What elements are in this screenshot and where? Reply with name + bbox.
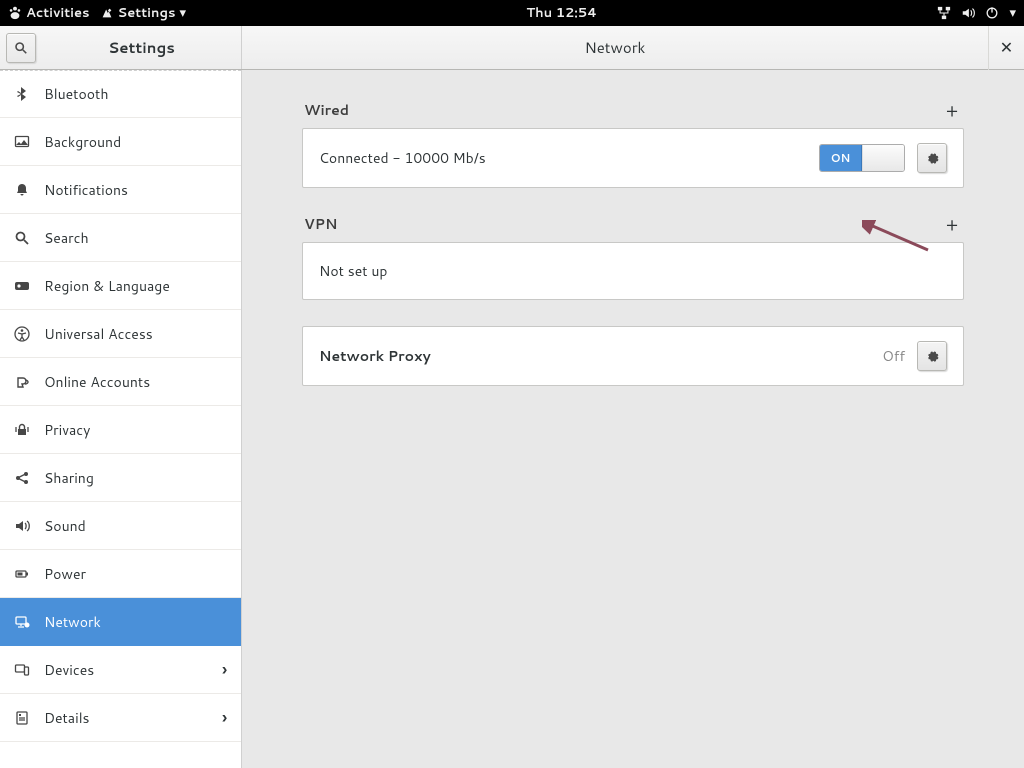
- sidebar-item-label: Devices: [44, 660, 208, 680]
- activities-label: Activities: [26, 4, 90, 22]
- sidebar-item-sound[interactable]: Sound: [0, 502, 241, 550]
- settings-window: Settings Network ✕ Bluetooth Background …: [0, 26, 1024, 768]
- sidebar-item-power[interactable]: Power: [0, 550, 241, 598]
- sharing-icon: [14, 470, 30, 486]
- sidebar-title: Settings: [42, 37, 241, 58]
- headerbar-right: Network ✕: [242, 26, 1024, 69]
- proxy-row[interactable]: Network Proxy Off: [303, 327, 963, 385]
- power-icon: [14, 566, 30, 582]
- sidebar-item-online-accounts[interactable]: Online Accounts: [0, 358, 241, 406]
- sidebar-item-label: Online Accounts: [44, 372, 227, 392]
- gnome-top-panel: Activities Settings ▾ Thu 12:54 ▾: [0, 0, 1024, 26]
- chevron-down-icon: ▾: [1009, 4, 1016, 22]
- sidebar-item-bluetooth[interactable]: Bluetooth: [0, 70, 241, 118]
- vpn-section: VPN + Not set up: [302, 214, 964, 300]
- network-icon: [14, 614, 30, 630]
- chevron-right-icon: ›: [222, 706, 227, 729]
- wired-connection-row: Connected - 10000 Mb/s ON: [303, 129, 963, 187]
- proxy-card: Network Proxy Off: [302, 326, 964, 386]
- sidebar-item-label: Search: [44, 228, 227, 248]
- switch-on-label: ON: [820, 145, 862, 171]
- devices-icon: [14, 662, 30, 678]
- sidebar-item-label: Universal Access: [44, 324, 227, 344]
- sidebar-item-universal-access[interactable]: Universal Access: [0, 310, 241, 358]
- app-menu-button[interactable]: Settings ▾: [100, 4, 186, 22]
- sidebar-item-devices[interactable]: Devices ›: [0, 646, 241, 694]
- wired-status-text: Connected - 10000 Mb/s: [319, 148, 807, 168]
- add-wired-button[interactable]: +: [942, 100, 962, 120]
- settings-panel-icon: [100, 6, 114, 20]
- vpn-card: Not set up: [302, 242, 964, 300]
- page-title: Network: [242, 37, 988, 58]
- vpn-status-text: Not set up: [319, 261, 947, 281]
- volume-icon: [961, 6, 975, 20]
- wired-card: Connected - 10000 Mb/s ON: [302, 128, 964, 188]
- search-button[interactable]: [6, 33, 36, 63]
- details-icon: [14, 710, 30, 726]
- plus-icon: +: [946, 97, 958, 123]
- plus-icon: +: [946, 211, 958, 237]
- proxy-section: Network Proxy Off: [302, 326, 964, 386]
- sidebar-item-privacy[interactable]: Privacy: [0, 406, 241, 454]
- sidebar-item-search[interactable]: Search: [0, 214, 241, 262]
- headerbar: Settings Network ✕: [0, 26, 1024, 70]
- proxy-settings-button[interactable]: [917, 341, 947, 371]
- proxy-status: Off: [882, 346, 905, 366]
- window-body: Bluetooth Background Notifications Searc…: [0, 70, 1024, 768]
- power-icon: [985, 6, 999, 20]
- close-button[interactable]: ✕: [988, 26, 1024, 70]
- activities-button[interactable]: Activities: [8, 4, 90, 22]
- sidebar-item-label: Region & Language: [44, 276, 227, 296]
- gnome-logo-icon: [8, 6, 22, 20]
- sidebar-item-label: Notifications: [44, 180, 227, 200]
- wired-section: Wired + Connected - 10000 Mb/s ON: [302, 100, 964, 188]
- sidebar-item-label: Details: [44, 708, 208, 728]
- app-menu-label: Settings: [118, 4, 176, 22]
- sidebar-item-label: Sharing: [44, 468, 227, 488]
- gear-icon: [925, 151, 939, 165]
- search-icon: [14, 230, 30, 246]
- region-icon: [14, 278, 30, 294]
- sidebar-item-network[interactable]: Network: [0, 598, 241, 646]
- sidebar-item-label: Network: [44, 612, 227, 632]
- sidebar-item-label: Power: [44, 564, 227, 584]
- switch-knob: [862, 145, 904, 171]
- close-icon: ✕: [1000, 36, 1013, 59]
- headerbar-left: Settings: [0, 26, 242, 69]
- proxy-title: Network Proxy: [319, 346, 870, 366]
- sidebar-item-background[interactable]: Background: [0, 118, 241, 166]
- add-vpn-button[interactable]: +: [942, 214, 962, 234]
- network-panel: Wired + Connected - 10000 Mb/s ON: [242, 70, 1024, 768]
- chevron-right-icon: ›: [222, 658, 227, 681]
- network-wired-icon: [937, 6, 951, 20]
- sidebar-item-label: Privacy: [44, 420, 227, 440]
- vpn-row: Not set up: [303, 243, 963, 299]
- bell-icon: [14, 182, 30, 198]
- universal-access-icon: [14, 326, 30, 342]
- bluetooth-icon: [14, 86, 30, 102]
- wired-settings-button[interactable]: [917, 143, 947, 173]
- sidebar-item-notifications[interactable]: Notifications: [0, 166, 241, 214]
- system-status-area[interactable]: ▾: [929, 4, 1024, 22]
- wired-toggle[interactable]: ON: [819, 144, 905, 172]
- panel-clock[interactable]: Thu 12:54: [526, 4, 597, 22]
- sidebar-item-label: Sound: [44, 516, 227, 536]
- vpn-title: VPN: [304, 214, 337, 234]
- wired-title: Wired: [304, 100, 349, 120]
- background-icon: [14, 134, 30, 150]
- sound-icon: [14, 518, 30, 534]
- settings-sidebar: Bluetooth Background Notifications Searc…: [0, 70, 242, 768]
- online-accounts-icon: [14, 374, 30, 390]
- sidebar-item-label: Background: [44, 132, 227, 152]
- sidebar-item-details[interactable]: Details ›: [0, 694, 241, 742]
- chevron-down-icon: ▾: [179, 4, 186, 22]
- privacy-icon: [14, 422, 30, 438]
- sidebar-item-region-language[interactable]: Region & Language: [0, 262, 241, 310]
- search-icon: [14, 41, 28, 55]
- sidebar-item-label: Bluetooth: [44, 84, 227, 104]
- sidebar-item-sharing[interactable]: Sharing: [0, 454, 241, 502]
- gear-icon: [925, 349, 939, 363]
